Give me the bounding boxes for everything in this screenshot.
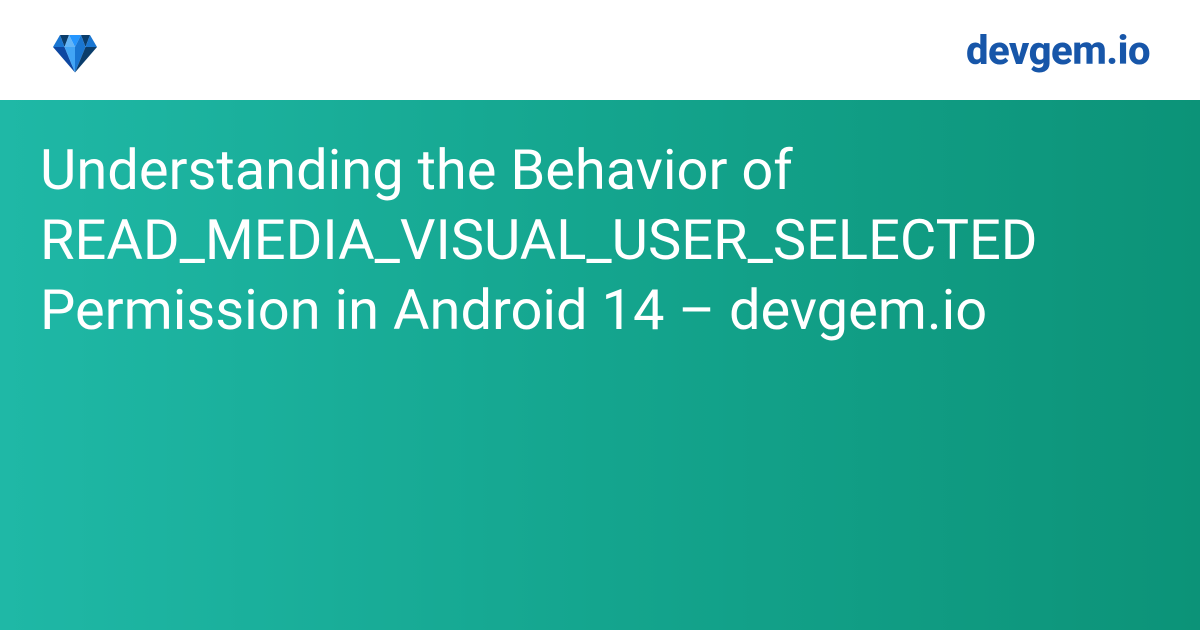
hero-banner: Understanding the Behavior of READ_MEDIA… (0, 100, 1200, 630)
gem-icon (50, 25, 100, 75)
brand-name: devgem.io (966, 27, 1150, 74)
page-title: Understanding the Behavior of READ_MEDIA… (40, 135, 1160, 345)
header: devgem.io (0, 0, 1200, 100)
